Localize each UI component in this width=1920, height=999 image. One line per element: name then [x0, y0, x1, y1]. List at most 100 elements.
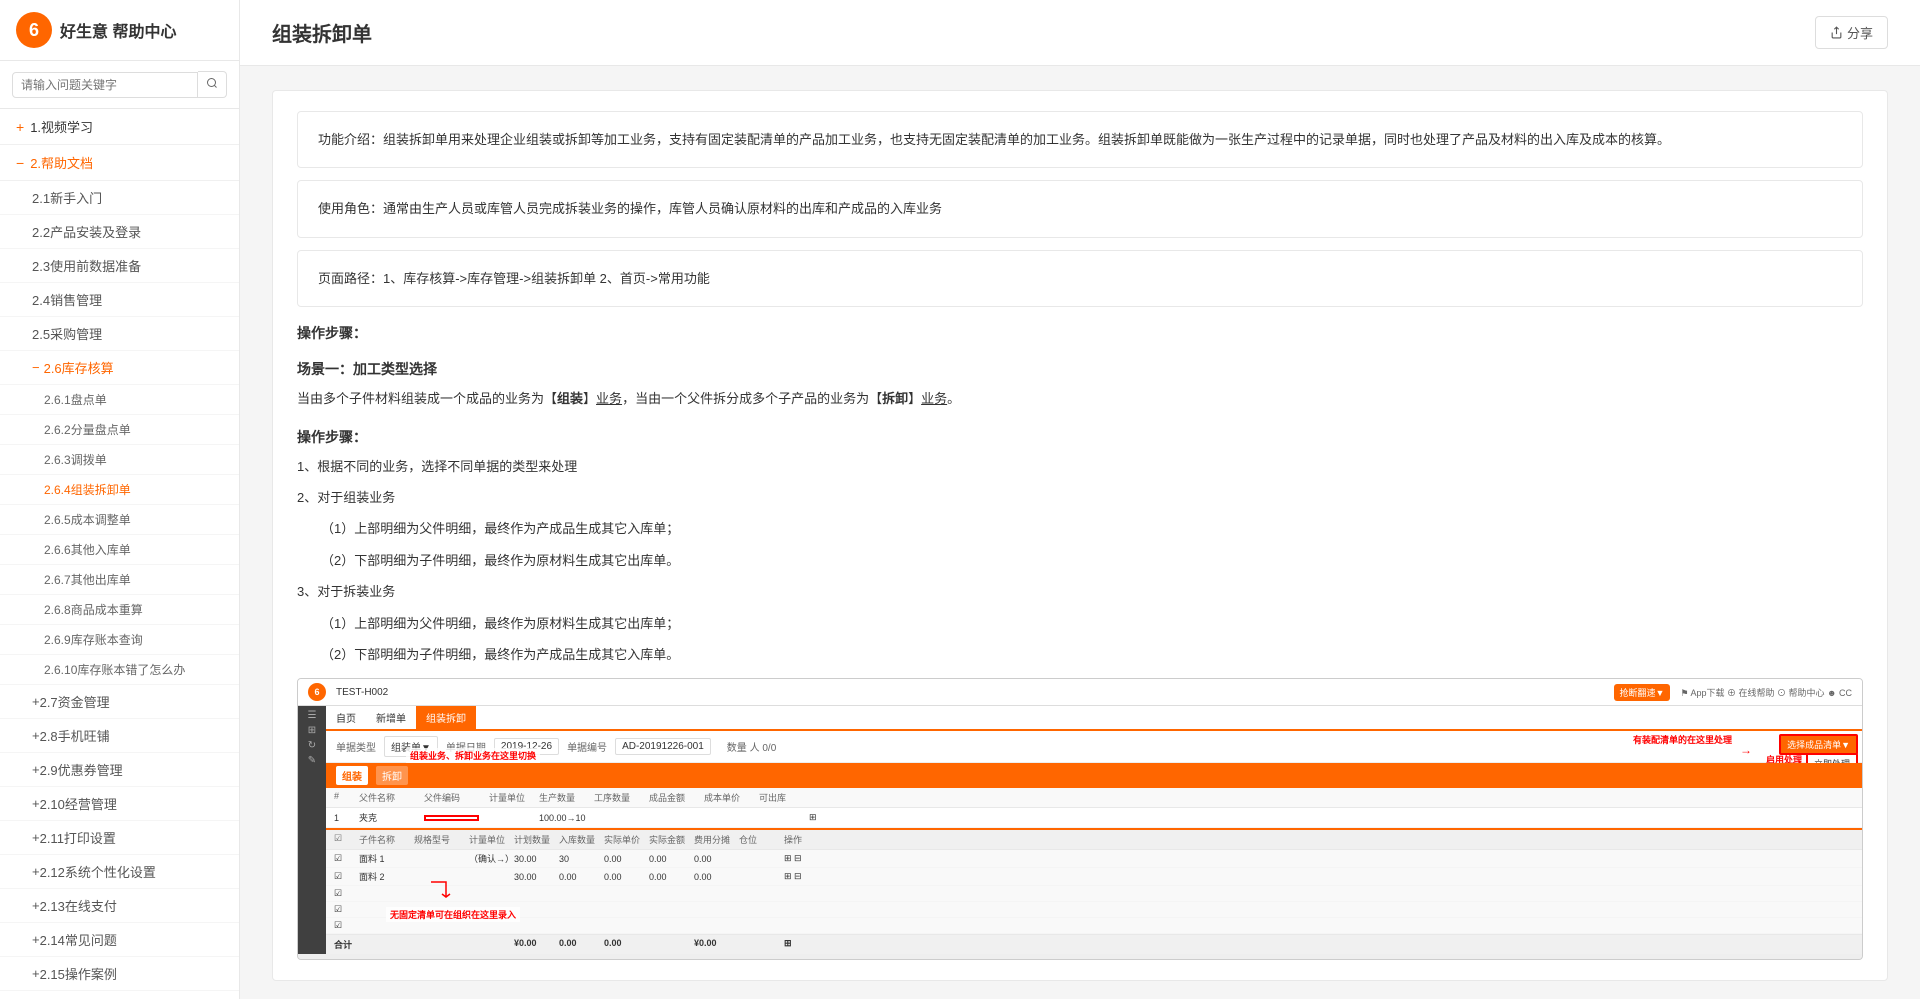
sidebar-item-purchase-label: 2.5采购管理 — [32, 324, 102, 343]
sidebar-item-assembly[interactable]: 2.6.4组装拆卸单 — [0, 475, 239, 505]
plus-icon7: + — [32, 864, 40, 879]
mock-qty-label: 数量 人 0/0 — [727, 739, 776, 754]
plus-icon6: + — [32, 830, 40, 845]
step3-1: （1）上部明细为父件明细，最终作为原材料生成其它出库单； — [321, 612, 1863, 635]
sidebar-item-docs[interactable]: − 2.帮助文档 — [0, 145, 239, 181]
sidebar-item-cost-adj[interactable]: 2.6.5成本调整单 — [0, 505, 239, 535]
mock-left-nav: ☰ ⊞ ↻ ✎ — [298, 706, 326, 954]
sidebar-item-error-label: 2.6.10库存账本错了怎么办 — [44, 661, 185, 678]
sidebar-item-finance[interactable]: + 2.7资金管理 — [0, 685, 239, 719]
mock-detail-row-5: ☑ — [326, 918, 1862, 934]
sidebar-item-prepare[interactable]: 2.3使用前数据准备 — [0, 249, 239, 283]
sidebar-item-finance-label: 2.7资金管理 — [40, 692, 110, 711]
sidebar-item-print[interactable]: + 2.11打印设置 — [0, 821, 239, 855]
sidebar-item-faq-label: 2.14常见问题 — [40, 930, 117, 949]
mock-main: ☰ ⊞ ↻ ✎ 自页 新增单 组装拆卸 — [298, 706, 1862, 954]
mock-detail-row-4: ☑ — [326, 902, 1862, 918]
mock-table-header-upper: # 父件名称 父件编码 计量单位 生产数量 工序数量 成品金额 成本单价 可出库 — [326, 788, 1862, 808]
search-box — [0, 61, 239, 109]
sidebar-item-cases-label: 2.15操作案例 — [40, 964, 117, 983]
sidebar-item-error[interactable]: 2.6.10库存账本错了怎么办 — [0, 655, 239, 685]
sidebar-item-mobile-label: 2.8手机旺铺 — [40, 726, 110, 745]
mock-detail-header: ☑ 子件名称 规格型号 计量单位 计划数量 入库数量 实际单价 实际金额 费用分… — [326, 830, 1862, 850]
mock-table-row-1: 1 夹克 100.00→10 ⊞ — [326, 808, 1862, 828]
mock-no-label: 单据编号 — [567, 739, 607, 754]
main-content: 功能介绍：组装拆卸单用来处理企业组装或拆卸等加工业务，支持有固定装配清单的产品加… — [240, 66, 1920, 999]
mock-tab-home: 自页 — [326, 706, 366, 729]
mock-no-val: AD-20191226-001 — [615, 738, 711, 755]
page-title: 组装拆卸单 — [272, 18, 372, 47]
plus-icon4: + — [32, 762, 40, 777]
sidebar-item-purchase[interactable]: 2.5采购管理 — [0, 317, 239, 351]
sidebar-item-coupon-label: 2.9优惠券管理 — [40, 760, 123, 779]
sidebar-item-cases[interactable]: + 2.15操作案例 — [0, 957, 239, 991]
mock-select-bom-btn: 选择成品清单▼ — [1779, 734, 1858, 755]
plus-icon10: + — [32, 966, 40, 981]
mock-content: 自页 新增单 组装拆卸 单据类型 组装单▼ 单据日期 2019-12-26 单据… — [326, 706, 1862, 954]
sidebar-item-mobile[interactable]: + 2.8手机旺铺 — [0, 719, 239, 753]
sidebar-item-video[interactable]: + 1.视频学习 — [0, 109, 239, 145]
sidebar-item-personalize[interactable]: + 2.12系统个性化设置 — [0, 855, 239, 889]
sidebar-item-new[interactable]: 2.1新手入门 — [0, 181, 239, 215]
plus-icon: + — [16, 119, 24, 135]
sidebar-item-transfer[interactable]: 2.6.3调拨单 — [0, 445, 239, 475]
sidebar-item-other-in-label: 2.6.6其他入库单 — [44, 541, 131, 558]
nav-section: + 1.视频学习 − 2.帮助文档 2.1新手入门 2.2产品安装及登录 2.3… — [0, 109, 239, 991]
screenshot-inner: 6 TEST-H002 抢断翻速▼ ⚑ App下载 ⊕ 在线帮助 ⊙ 帮助中心 … — [298, 679, 1862, 959]
share-button[interactable]: 分享 — [1815, 16, 1888, 49]
sidebar-item-other-in[interactable]: 2.6.6其他入库单 — [0, 535, 239, 565]
search-button[interactable] — [198, 71, 227, 98]
content-area: 功能介绍：组装拆卸单用来处理企业组装或拆卸等加工业务，支持有固定装配清单的产品加… — [272, 90, 1888, 981]
sidebar-item-print-label: 2.11打印设置 — [40, 828, 116, 847]
mock-form-area: 单据类型 组装单▼ 单据日期 2019-12-26 单据编号 AD-201912… — [326, 731, 1862, 763]
sidebar-item-ledger[interactable]: 2.6.9库存账本查询 — [0, 625, 239, 655]
sidebar-item-coupon[interactable]: + 2.9优惠券管理 — [0, 753, 239, 787]
sidebar-item-weight[interactable]: 2.6.2分量盘点单 — [0, 415, 239, 445]
minus-icon2: − — [32, 360, 40, 375]
sidebar-item-inventory[interactable]: − 2.6库存核算 — [0, 351, 239, 385]
sidebar-item-video-label: 1.视频学习 — [30, 117, 93, 136]
step3-2: （2）下部明细为子件明细，最终作为产成品生成其它入库单。 — [321, 643, 1863, 666]
sidebar: 6 好生意 帮助中心 + 1.视频学习 − 2.帮助文档 2.1新手入门 2.2… — [0, 0, 240, 999]
mock-upper-table: # 父件名称 父件编码 计量单位 生产数量 工序数量 成品金额 成本单价 可出库 — [326, 788, 1862, 828]
sidebar-item-cost-recalc-label: 2.6.8商品成本重算 — [44, 601, 143, 618]
sidebar-item-payment-label: 2.13在线支付 — [40, 896, 117, 915]
annotation-arrow1: → — [1740, 743, 1752, 757]
sidebar-item-personalize-label: 2.12系统个性化设置 — [40, 862, 156, 881]
plus-icon2: + — [32, 694, 40, 709]
sidebar-item-install-label: 2.2产品安装及登录 — [32, 222, 141, 241]
mock-disassembly-btn: 拆卸 — [376, 766, 408, 785]
share-label: 分享 — [1847, 23, 1873, 42]
sidebar-item-cost-recalc[interactable]: 2.6.8商品成本重算 — [0, 595, 239, 625]
sidebar-item-sales-label: 2.4销售管理 — [32, 290, 102, 309]
mock-tabs: 自页 新增单 组装拆卸 — [326, 706, 1862, 731]
sidebar-item-operation[interactable]: + 2.10经营管理 — [0, 787, 239, 821]
mock-nav-icon2: ⊞ — [308, 725, 316, 736]
sidebar-item-sales[interactable]: 2.4销售管理 — [0, 283, 239, 317]
main-header: 组装拆卸单 分享 — [240, 0, 1920, 66]
annotation-5: 无固定清单可在组织在这里录入 — [386, 907, 520, 922]
intro-text-1: 功能介绍：组装拆卸单用来处理企业组装或拆卸等加工业务，支持有固定装配清单的产品加… — [318, 132, 1670, 147]
screenshot-container: 6 TEST-H002 抢断翻速▼ ⚑ App下载 ⊕ 在线帮助 ⊙ 帮助中心 … — [297, 678, 1863, 960]
mock-nav-pill: 抢断翻速▼ — [1614, 684, 1671, 701]
search-input[interactable] — [12, 72, 198, 98]
plus-icon3: + — [32, 728, 40, 743]
step2: 2、对于组装业务 — [297, 486, 1863, 509]
sidebar-item-other-out[interactable]: 2.6.7其他出库单 — [0, 565, 239, 595]
sidebar-item-stocktake[interactable]: 2.6.1盘点单 — [0, 385, 239, 415]
main: 组装拆卸单 分享 功能介绍：组装拆卸单用来处理企业组装或拆卸等加工业务，支持有固… — [240, 0, 1920, 999]
annotation-arrow5 — [426, 877, 456, 904]
plus-icon9: + — [32, 932, 40, 947]
sidebar-item-faq[interactable]: + 2.14常见问题 — [0, 923, 239, 957]
plus-icon5: + — [32, 796, 40, 811]
sidebar-item-payment[interactable]: + 2.13在线支付 — [0, 889, 239, 923]
sidebar-item-stocktake-label: 2.6.1盘点单 — [44, 391, 107, 408]
intro-box-2: 使用角色：通常由生产人员或库管人员完成拆装业务的操作，库管人员确认原材料的出库和… — [297, 180, 1863, 237]
step2-1: （1）上部明细为父件明细，最终作为产成品生成其它入库单； — [321, 517, 1863, 540]
sidebar-item-ledger-label: 2.6.9库存账本查询 — [44, 631, 143, 648]
annotation-4: 组装业务、拆卸业务在这里切换 — [406, 748, 540, 763]
sidebar-item-install[interactable]: 2.2产品安装及登录 — [0, 215, 239, 249]
sidebar-item-weight-label: 2.6.2分量盘点单 — [44, 421, 131, 438]
intro-text-2: 使用角色：通常由生产人员或库管人员完成拆装业务的操作，库管人员确认原材料的出库和… — [318, 201, 942, 216]
mock-nav-icon4: ✎ — [308, 755, 316, 766]
